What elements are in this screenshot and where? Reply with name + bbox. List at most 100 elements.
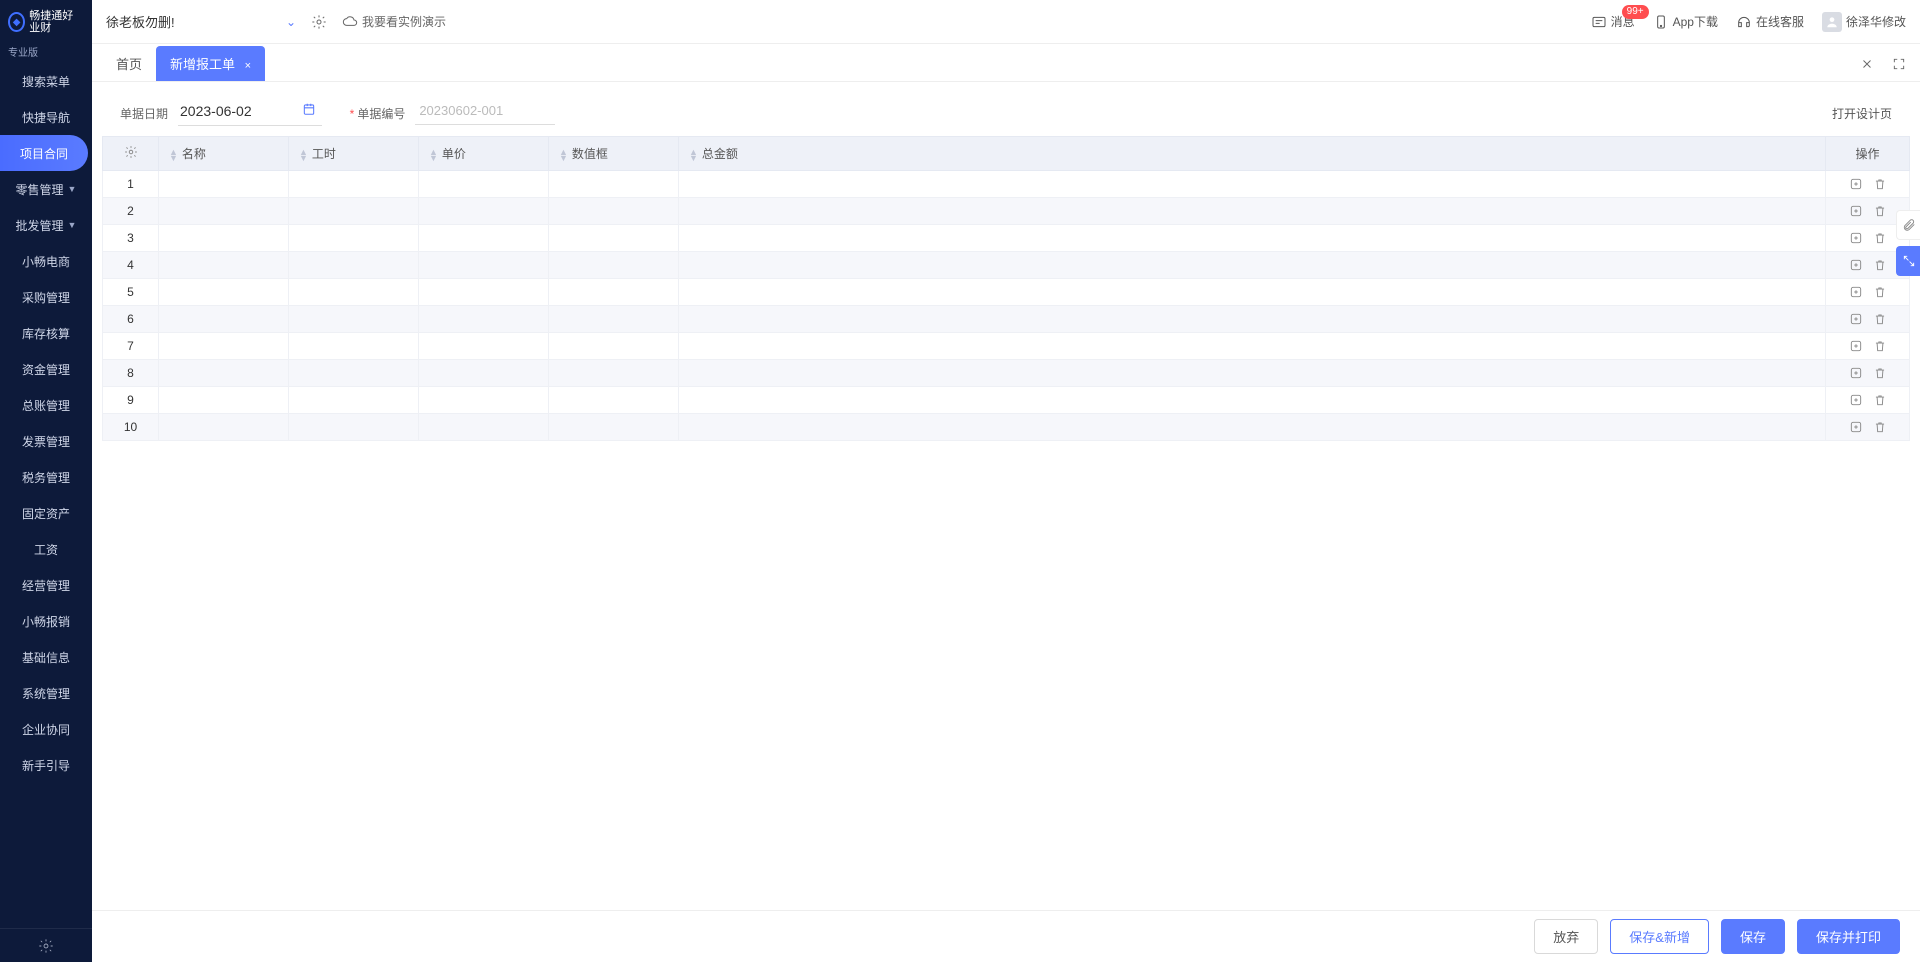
cell[interactable] [549,414,679,441]
delete-row-icon[interactable] [1873,312,1887,326]
add-row-icon[interactable] [1849,204,1863,218]
date-input[interactable]: 2023-06-02 [178,100,322,126]
delete-row-icon[interactable] [1873,258,1887,272]
open-design-link[interactable]: 打开设计页 [1832,105,1892,122]
cell[interactable] [679,387,1826,414]
user-menu[interactable]: 徐泽华修改 [1822,12,1906,32]
cell[interactable] [419,414,549,441]
delete-row-icon[interactable] [1873,204,1887,218]
cell[interactable] [419,387,549,414]
cell[interactable] [679,360,1826,387]
add-row-icon[interactable] [1849,177,1863,191]
col-header-name[interactable]: ▲▼名称 [159,137,289,171]
sidebar-item-13[interactable]: 工资 [0,531,92,567]
cell[interactable] [159,171,289,198]
cell[interactable] [419,252,549,279]
sidebar-item-15[interactable]: 小畅报销 [0,603,92,639]
discard-button[interactable]: 放弃 [1534,919,1598,954]
sidebar-item-9[interactable]: 总账管理 [0,387,92,423]
demo-link[interactable]: 我要看实例演示 [342,13,446,30]
save-button[interactable]: 保存 [1721,919,1785,954]
cell[interactable] [289,360,419,387]
cell[interactable] [679,279,1826,306]
fullscreen-button[interactable] [1888,53,1910,75]
sidebar-item-11[interactable]: 税务管理 [0,459,92,495]
cell[interactable] [159,279,289,306]
sidebar-item-2[interactable]: 项目合同 [0,135,88,171]
cell[interactable] [549,306,679,333]
add-row-icon[interactable] [1849,393,1863,407]
sidebar-item-3[interactable]: 零售管理▼ [0,171,92,207]
cell[interactable] [419,171,549,198]
add-row-icon[interactable] [1849,366,1863,380]
cell[interactable] [289,387,419,414]
delete-row-icon[interactable] [1873,366,1887,380]
save-and-print-button[interactable]: 保存并打印 [1797,919,1900,954]
col-header-numbox[interactable]: ▲▼数值框 [549,137,679,171]
cell[interactable] [419,306,549,333]
cell[interactable] [289,333,419,360]
messages-link[interactable]: 消息 99+ [1591,13,1635,30]
cell[interactable] [419,333,549,360]
sidebar-item-16[interactable]: 基础信息 [0,639,92,675]
cell[interactable] [289,306,419,333]
cell[interactable] [679,252,1826,279]
cell[interactable] [419,360,549,387]
cell[interactable] [419,279,549,306]
sidebar-item-7[interactable]: 库存核算 [0,315,92,351]
cell[interactable] [289,252,419,279]
cell[interactable] [289,198,419,225]
sidebar-item-19[interactable]: 新手引导 [0,747,92,783]
close-icon[interactable]: × [245,60,251,72]
col-header-price[interactable]: ▲▼单价 [419,137,549,171]
cell[interactable] [159,225,289,252]
sidebar-item-14[interactable]: 经营管理 [0,567,92,603]
orderno-input[interactable]: 20230602-001 [415,101,555,125]
cell[interactable] [159,198,289,225]
cell[interactable] [679,333,1826,360]
add-row-icon[interactable] [1849,312,1863,326]
tab-close-button[interactable] [1856,53,1878,75]
add-row-icon[interactable] [1849,231,1863,245]
tab-new-work-order[interactable]: 新增报工单 × [156,46,265,81]
save-and-new-button[interactable]: 保存&新增 [1610,919,1709,954]
cell[interactable] [549,171,679,198]
sidebar-item-6[interactable]: 采购管理 [0,279,92,315]
cell[interactable] [679,171,1826,198]
cell[interactable] [679,225,1826,252]
cell[interactable] [419,225,549,252]
delete-row-icon[interactable] [1873,177,1887,191]
cell[interactable] [679,198,1826,225]
cell[interactable] [679,414,1826,441]
sidebar-item-1[interactable]: 快捷导航 [0,99,92,135]
customer-service-link[interactable]: 在线客服 [1736,13,1804,30]
cell[interactable] [549,225,679,252]
cell[interactable] [289,414,419,441]
delete-row-icon[interactable] [1873,339,1887,353]
cell[interactable] [289,225,419,252]
cell[interactable] [159,306,289,333]
cell[interactable] [289,171,419,198]
cell[interactable] [419,198,549,225]
column-settings[interactable] [103,137,159,171]
cell[interactable] [549,387,679,414]
cell[interactable] [159,252,289,279]
sidebar-item-12[interactable]: 固定资产 [0,495,92,531]
add-row-icon[interactable] [1849,420,1863,434]
cell[interactable] [549,279,679,306]
col-header-total[interactable]: ▲▼总金额 [679,137,1826,171]
delete-row-icon[interactable] [1873,420,1887,434]
sidebar-item-10[interactable]: 发票管理 [0,423,92,459]
cell[interactable] [159,333,289,360]
settings-button[interactable] [310,13,328,31]
cell[interactable] [159,360,289,387]
expand-panel-button[interactable] [1896,246,1920,276]
add-row-icon[interactable] [1849,285,1863,299]
attachment-button[interactable] [1896,210,1920,240]
delete-row-icon[interactable] [1873,285,1887,299]
sidebar-settings[interactable] [0,928,92,962]
cell[interactable] [549,252,679,279]
delete-row-icon[interactable] [1873,231,1887,245]
app-download-link[interactable]: App下载 [1653,13,1718,30]
sidebar-item-18[interactable]: 企业协同 [0,711,92,747]
